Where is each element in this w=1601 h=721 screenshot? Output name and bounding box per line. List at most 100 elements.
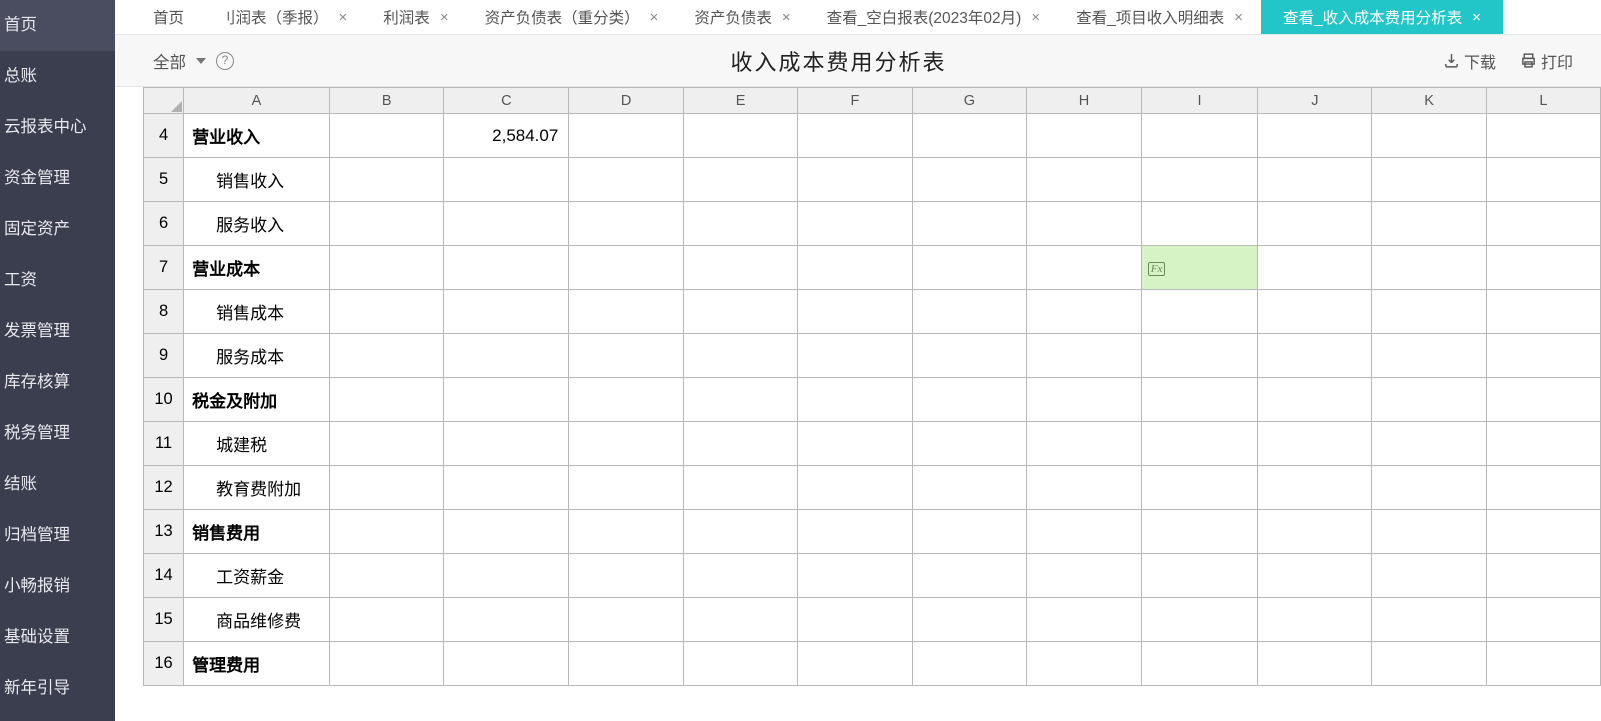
cell[interactable] xyxy=(444,158,569,202)
cell[interactable] xyxy=(1372,466,1486,510)
cell[interactable] xyxy=(1372,246,1486,290)
filter-dropdown[interactable]: 全部 xyxy=(153,49,206,73)
cell[interactable] xyxy=(798,334,912,378)
download-button[interactable]: 下载 xyxy=(1443,49,1496,73)
cell[interactable] xyxy=(329,202,443,246)
row-header[interactable]: 8 xyxy=(144,290,184,334)
column-header[interactable]: K xyxy=(1372,88,1486,114)
cell[interactable] xyxy=(569,642,684,686)
cell[interactable] xyxy=(1258,290,1372,334)
cell[interactable] xyxy=(444,246,569,290)
tab[interactable]: 资产负债表× xyxy=(676,0,808,34)
sidebar-item[interactable]: 资金管理 xyxy=(0,153,115,204)
cell[interactable] xyxy=(1372,202,1486,246)
row-header[interactable]: 12 xyxy=(144,466,184,510)
cell[interactable] xyxy=(912,598,1027,642)
column-header[interactable]: A xyxy=(184,88,330,114)
cell[interactable] xyxy=(1027,158,1142,202)
cell[interactable] xyxy=(1141,554,1258,598)
tab[interactable]: 刂润表（季报）× xyxy=(202,0,365,34)
cell[interactable] xyxy=(1486,290,1600,334)
cell[interactable] xyxy=(912,378,1027,422)
cell[interactable] xyxy=(1486,466,1600,510)
cell[interactable] xyxy=(1372,158,1486,202)
close-icon[interactable]: × xyxy=(1234,10,1243,25)
cell[interactable] xyxy=(1258,510,1372,554)
cell[interactable] xyxy=(912,554,1027,598)
cell[interactable] xyxy=(1486,642,1600,686)
cell[interactable] xyxy=(1258,422,1372,466)
close-icon[interactable]: × xyxy=(650,10,659,25)
close-icon[interactable]: × xyxy=(1472,10,1481,25)
column-header[interactable]: J xyxy=(1258,88,1372,114)
close-icon[interactable]: × xyxy=(339,10,348,25)
close-icon[interactable]: × xyxy=(440,10,449,25)
sidebar-item[interactable]: 新年引导 xyxy=(0,663,115,714)
cell[interactable] xyxy=(1258,554,1372,598)
cell[interactable]: 营业成本 xyxy=(184,246,330,290)
cell[interactable] xyxy=(569,554,684,598)
cell[interactable] xyxy=(1486,598,1600,642)
cell[interactable] xyxy=(1258,598,1372,642)
sidebar-item[interactable]: 总账 xyxy=(0,51,115,102)
cell[interactable]: 商品维修费 xyxy=(184,598,330,642)
spreadsheet[interactable]: ABCDEFGHIJKL4营业收入2,584.075销售收入6服务收入7营业成本… xyxy=(115,87,1601,721)
cell[interactable]: 销售收入 xyxy=(184,158,330,202)
cell[interactable] xyxy=(329,554,443,598)
cell[interactable] xyxy=(683,246,797,290)
cell[interactable] xyxy=(1372,334,1486,378)
cell[interactable] xyxy=(444,510,569,554)
cell[interactable] xyxy=(683,466,797,510)
cell[interactable] xyxy=(444,466,569,510)
sidebar-item[interactable]: 首页 xyxy=(0,0,115,51)
cell[interactable] xyxy=(569,598,684,642)
column-header[interactable]: I xyxy=(1141,88,1258,114)
cell[interactable] xyxy=(1486,246,1600,290)
cell[interactable] xyxy=(1027,334,1142,378)
cell[interactable] xyxy=(1141,510,1258,554)
cell[interactable] xyxy=(1027,422,1142,466)
column-header[interactable]: F xyxy=(798,88,912,114)
column-header[interactable]: D xyxy=(569,88,684,114)
cell[interactable] xyxy=(1486,202,1600,246)
cell[interactable] xyxy=(444,598,569,642)
cell[interactable] xyxy=(683,378,797,422)
cell[interactable] xyxy=(1027,202,1142,246)
cell[interactable] xyxy=(683,290,797,334)
cell[interactable]: 销售成本 xyxy=(184,290,330,334)
cell[interactable] xyxy=(1372,642,1486,686)
tab[interactable]: 查看_空白报表(2023年02月)× xyxy=(809,0,1058,34)
column-header[interactable]: E xyxy=(683,88,797,114)
cell[interactable] xyxy=(1027,114,1142,158)
row-header[interactable]: 7 xyxy=(144,246,184,290)
cell[interactable] xyxy=(329,642,443,686)
cell[interactable] xyxy=(569,246,684,290)
cell[interactable] xyxy=(1486,114,1600,158)
cell[interactable] xyxy=(444,202,569,246)
cell[interactable] xyxy=(329,290,443,334)
column-header[interactable]: G xyxy=(912,88,1027,114)
cell[interactable]: 销售费用 xyxy=(184,510,330,554)
cell[interactable] xyxy=(444,378,569,422)
cell[interactable] xyxy=(912,510,1027,554)
row-header[interactable]: 14 xyxy=(144,554,184,598)
cell[interactable] xyxy=(1372,510,1486,554)
cell[interactable] xyxy=(444,422,569,466)
cell[interactable] xyxy=(444,334,569,378)
cell[interactable] xyxy=(798,510,912,554)
select-all-corner[interactable] xyxy=(144,88,184,114)
tab[interactable]: 资产负债表（重分类）× xyxy=(467,0,677,34)
cell[interactable] xyxy=(1486,334,1600,378)
cell[interactable] xyxy=(1141,598,1258,642)
column-header[interactable]: L xyxy=(1486,88,1600,114)
cell[interactable] xyxy=(683,334,797,378)
close-icon[interactable]: × xyxy=(1031,10,1040,25)
cell[interactable] xyxy=(329,114,443,158)
cell[interactable] xyxy=(1141,642,1258,686)
cell[interactable] xyxy=(1141,334,1258,378)
cell[interactable] xyxy=(1258,246,1372,290)
cell[interactable] xyxy=(569,422,684,466)
cell[interactable] xyxy=(569,290,684,334)
cell[interactable] xyxy=(912,158,1027,202)
cell[interactable] xyxy=(912,642,1027,686)
